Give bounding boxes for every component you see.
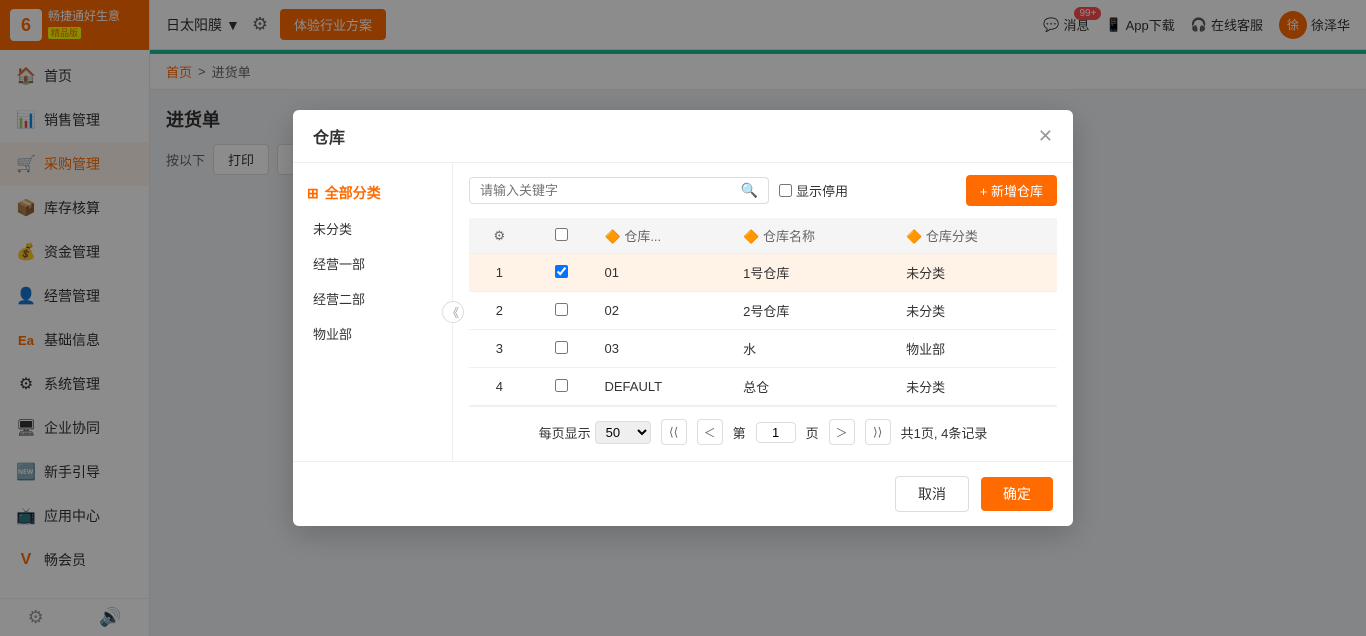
prev-page-btn[interactable]: ＜	[697, 419, 723, 445]
add-warehouse-btn[interactable]: + 新增仓库	[966, 175, 1057, 206]
collapse-sidebar-btn[interactable]: 《	[442, 301, 464, 323]
table-row[interactable]: 1 01 1号仓库 未分类	[469, 254, 1057, 292]
col-code: 🔶 仓库...	[593, 218, 732, 254]
page-size-dropdown[interactable]: 10 20 50 100	[595, 421, 651, 444]
warehouse-dialog: 仓库 ✕ ⊞ 全部分类 未分类 经营一部 经营二部 物业部 《	[293, 110, 1073, 526]
row-checkbox[interactable]	[530, 254, 593, 292]
col-category: 🔶 仓库分类	[894, 218, 1057, 254]
page-number-input[interactable]	[756, 422, 796, 443]
row-code: DEFAULT	[593, 368, 732, 406]
table-body: 1 01 1号仓库 未分类 2 02 2号仓库	[469, 254, 1057, 406]
col-name: 🔶 仓库名称	[731, 218, 894, 254]
row-category: 未分类	[894, 254, 1057, 292]
pagination: 每页显示 10 20 50 100 ⟨⟨ ＜ 第 页 ＞ ⟩⟩	[469, 406, 1057, 449]
row-num: 4	[469, 368, 530, 406]
row-category: 物业部	[894, 330, 1057, 368]
row-code: 02	[593, 292, 732, 330]
warehouse-table: ⚙ 🔶 仓库... 🔶 仓库名称	[469, 218, 1057, 406]
modal-overlay: 仓库 ✕ ⊞ 全部分类 未分类 经营一部 经营二部 物业部 《	[0, 0, 1366, 636]
dialog-header: 仓库 ✕	[293, 110, 1073, 163]
row-checkbox[interactable]	[530, 330, 593, 368]
cancel-btn[interactable]: 取消	[895, 476, 969, 512]
table-row[interactable]: 4 DEFAULT 总仓 未分类	[469, 368, 1057, 406]
warehouse-table-container: ⚙ 🔶 仓库... 🔶 仓库名称	[469, 218, 1057, 406]
dialog-body: ⊞ 全部分类 未分类 经营一部 经营二部 物业部 《 🔍	[293, 163, 1073, 461]
row-num: 1	[469, 254, 530, 292]
row-code: 03	[593, 330, 732, 368]
grid-icon: ⊞	[307, 185, 319, 202]
next-page-btn[interactable]: ＞	[829, 419, 855, 445]
select-all-checkbox[interactable]	[555, 228, 568, 241]
show-disabled-checkbox[interactable]	[779, 184, 792, 197]
dialog-close-btn[interactable]: ✕	[1038, 126, 1053, 147]
search-box: 🔍	[469, 177, 769, 204]
row-name: 1号仓库	[731, 254, 894, 292]
dialog-title: 仓库	[313, 124, 345, 148]
total-info: 共1页, 4条记录	[901, 423, 988, 442]
row-name: 水	[731, 330, 894, 368]
col-checkbox	[530, 218, 593, 254]
dialog-right-panel: 🔍 显示停用 + 新增仓库 ⚙	[453, 163, 1073, 461]
category-item-unclassified[interactable]: 未分类	[293, 211, 452, 246]
dialog-toolbar: 🔍 显示停用 + 新增仓库	[469, 175, 1057, 206]
category-item-2[interactable]: 物业部	[293, 316, 452, 351]
all-categories[interactable]: ⊞ 全部分类	[293, 175, 452, 211]
row-category: 未分类	[894, 368, 1057, 406]
table-row[interactable]: 3 03 水 物业部	[469, 330, 1057, 368]
row-checkbox[interactable]	[530, 368, 593, 406]
search-icon: 🔍	[741, 182, 758, 199]
confirm-btn[interactable]: 确定	[981, 477, 1053, 511]
search-input[interactable]	[480, 183, 735, 198]
page-size-select: 每页显示 10 20 50 100	[539, 421, 651, 444]
row-name: 2号仓库	[731, 292, 894, 330]
row-num: 3	[469, 330, 530, 368]
page-label: 第	[733, 423, 746, 442]
row-num: 2	[469, 292, 530, 330]
table-row[interactable]: 2 02 2号仓库 未分类	[469, 292, 1057, 330]
table-header: ⚙ 🔶 仓库... 🔶 仓库名称	[469, 218, 1057, 254]
dialog-footer: 取消 确定	[293, 461, 1073, 526]
row-code: 01	[593, 254, 732, 292]
row-checkbox[interactable]	[530, 292, 593, 330]
category-sidebar: ⊞ 全部分类 未分类 经营一部 经营二部 物业部 《	[293, 163, 453, 461]
last-page-btn[interactable]: ⟩⟩	[865, 419, 891, 445]
category-item-1[interactable]: 经营二部	[293, 281, 452, 316]
row-category: 未分类	[894, 292, 1057, 330]
page-unit: 页	[806, 423, 819, 442]
category-item-0[interactable]: 经营一部	[293, 246, 452, 281]
row-name: 总仓	[731, 368, 894, 406]
show-disabled-label[interactable]: 显示停用	[779, 181, 848, 200]
first-page-btn[interactable]: ⟨⟨	[661, 419, 687, 445]
col-settings: ⚙	[469, 218, 530, 254]
